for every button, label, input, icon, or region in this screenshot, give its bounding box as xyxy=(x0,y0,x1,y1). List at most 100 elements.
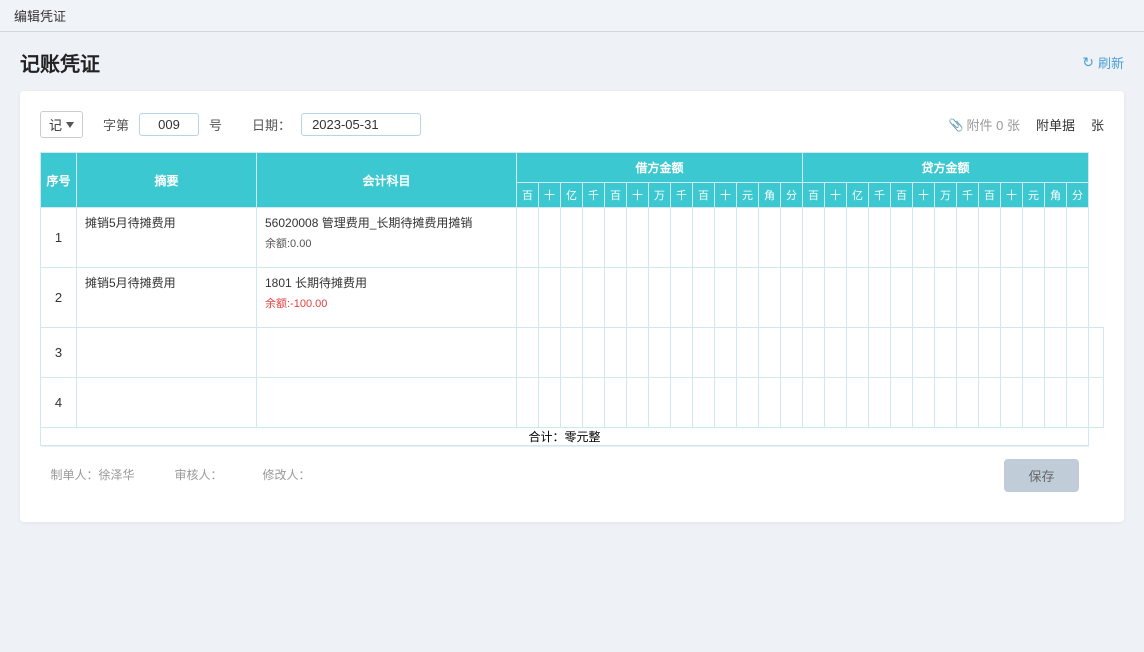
row2-d3[interactable] xyxy=(561,268,583,328)
row2-d13[interactable] xyxy=(781,268,803,328)
attach-sheet-button[interactable]: 附单据 xyxy=(1036,115,1075,134)
row2-c6[interactable] xyxy=(913,268,935,328)
row2-d6[interactable] xyxy=(627,268,649,328)
row2-c2[interactable] xyxy=(825,268,847,328)
row2-seq: 2 xyxy=(41,268,77,328)
voucher-card: 记 字第 号 日期： 📎 附件 0 张 附单据 张 xyxy=(20,91,1124,522)
sub-c5: 百 xyxy=(891,183,913,208)
row1-d9[interactable] xyxy=(693,208,715,268)
form-row: 记 字第 号 日期： 📎 附件 0 张 附单据 张 xyxy=(40,111,1104,138)
sub-d12: 角 xyxy=(759,183,781,208)
row1-d1[interactable] xyxy=(517,208,539,268)
row1-c1[interactable] xyxy=(803,208,825,268)
row2-c11[interactable] xyxy=(1023,268,1045,328)
date-input[interactable] xyxy=(301,113,421,136)
sub-d7: 万 xyxy=(649,183,671,208)
row2-d12[interactable] xyxy=(759,268,781,328)
table-row[interactable]: 1 摊销5月待摊费用 56020008 管理费用_长期待摊费用摊销 余额:0.0… xyxy=(41,208,1104,268)
row4-account[interactable] xyxy=(257,378,517,428)
table-row[interactable]: 3 xyxy=(41,328,1104,378)
row1-c9[interactable] xyxy=(979,208,1001,268)
row2-d7[interactable] xyxy=(649,268,671,328)
voucher-number-input[interactable] xyxy=(139,113,199,136)
row1-d11[interactable] xyxy=(737,208,759,268)
table-row[interactable]: 4 xyxy=(41,378,1104,428)
row1-account[interactable]: 56020008 管理费用_长期待摊费用摊销 余额:0.00 xyxy=(257,208,517,268)
sub-c11: 元 xyxy=(1023,183,1045,208)
row2-c4[interactable] xyxy=(869,268,891,328)
row1-summary[interactable]: 摊销5月待摊费用 xyxy=(77,208,257,268)
attach-label: 附件 0 张 xyxy=(967,115,1020,134)
row2-d4[interactable] xyxy=(583,268,605,328)
row1-d12[interactable] xyxy=(759,208,781,268)
save-button[interactable]: 保存 xyxy=(1004,459,1078,492)
row2-c1[interactable] xyxy=(803,268,825,328)
row2-d8[interactable] xyxy=(671,268,693,328)
row2-c9[interactable] xyxy=(979,268,1001,328)
row3-summary[interactable] xyxy=(77,328,257,378)
row2-c8[interactable] xyxy=(957,268,979,328)
modifier-label: 修改人： xyxy=(263,466,311,483)
row2-d1[interactable] xyxy=(517,268,539,328)
sub-d9: 百 xyxy=(693,183,715,208)
row1-c4[interactable] xyxy=(869,208,891,268)
row1-c3[interactable] xyxy=(847,208,869,268)
row2-summary[interactable]: 摊销5月待摊费用 xyxy=(77,268,257,328)
row1-d3[interactable] xyxy=(561,208,583,268)
row2-c5[interactable] xyxy=(891,268,913,328)
row1-c6[interactable] xyxy=(913,208,935,268)
row3-account[interactable] xyxy=(257,328,517,378)
table-row[interactable]: 2 摊销5月待摊费用 1801 长期待摊费用 余额:-100.00 xyxy=(41,268,1104,328)
voucher-table: 序号 摘要 会计科目 借方金额 贷方金额 百 十 亿 千 百 十 万 千 百 十 xyxy=(40,152,1104,502)
row1-d7[interactable] xyxy=(649,208,671,268)
row2-d9[interactable] xyxy=(693,268,715,328)
paperclip-icon: 📎 xyxy=(949,118,964,132)
refresh-icon: ↻ xyxy=(1082,54,1094,71)
row1-d10[interactable] xyxy=(715,208,737,268)
attach-link[interactable]: 📎 附件 0 张 xyxy=(949,115,1020,134)
sub-c4: 千 xyxy=(869,183,891,208)
refresh-button[interactable]: ↻ 刷新 xyxy=(1082,53,1124,72)
row1-d2[interactable] xyxy=(539,208,561,268)
row2-d5[interactable] xyxy=(605,268,627,328)
row2-d10[interactable] xyxy=(715,268,737,328)
row1-balance: 余额:0.00 xyxy=(265,235,508,251)
total-label: 合计：零元整 xyxy=(41,428,1089,446)
row1-d13[interactable] xyxy=(781,208,803,268)
hao-label: 号 xyxy=(209,115,222,134)
row1-c8[interactable] xyxy=(957,208,979,268)
col-credit-header: 贷方金额 xyxy=(803,153,1089,183)
sub-d2: 十 xyxy=(539,183,561,208)
row2-account[interactable]: 1801 长期待摊费用 余额:-100.00 xyxy=(257,268,517,328)
sub-d10: 十 xyxy=(715,183,737,208)
row2-c10[interactable] xyxy=(1001,268,1023,328)
sub-d5: 百 xyxy=(605,183,627,208)
row1-c12[interactable] xyxy=(1045,208,1067,268)
voucher-type-button[interactable]: 记 xyxy=(40,111,83,138)
sub-c9: 百 xyxy=(979,183,1001,208)
row2-c12[interactable] xyxy=(1045,268,1067,328)
sub-c2: 十 xyxy=(825,183,847,208)
row1-d4[interactable] xyxy=(583,208,605,268)
row1-c7[interactable] xyxy=(935,208,957,268)
row2-c3[interactable] xyxy=(847,268,869,328)
row2-c13[interactable] xyxy=(1067,268,1089,328)
row1-c11[interactable] xyxy=(1023,208,1045,268)
col-account-header: 会计科目 xyxy=(257,153,517,208)
sub-c12: 角 xyxy=(1045,183,1067,208)
zi-label: 字第 xyxy=(103,115,129,134)
voucher-type-label: 记 xyxy=(49,115,62,134)
row1-c2[interactable] xyxy=(825,208,847,268)
row1-c13[interactable] xyxy=(1067,208,1089,268)
page-header: 记账凭证 ↻ 刷新 xyxy=(20,48,1124,77)
row2-d2[interactable] xyxy=(539,268,561,328)
row1-d6[interactable] xyxy=(627,208,649,268)
row1-c5[interactable] xyxy=(891,208,913,268)
row4-summary[interactable] xyxy=(77,378,257,428)
row2-d11[interactable] xyxy=(737,268,759,328)
row2-c7[interactable] xyxy=(935,268,957,328)
row1-d8[interactable] xyxy=(671,208,693,268)
zhang-label: 张 xyxy=(1091,115,1104,134)
row1-c10[interactable] xyxy=(1001,208,1023,268)
row1-d5[interactable] xyxy=(605,208,627,268)
